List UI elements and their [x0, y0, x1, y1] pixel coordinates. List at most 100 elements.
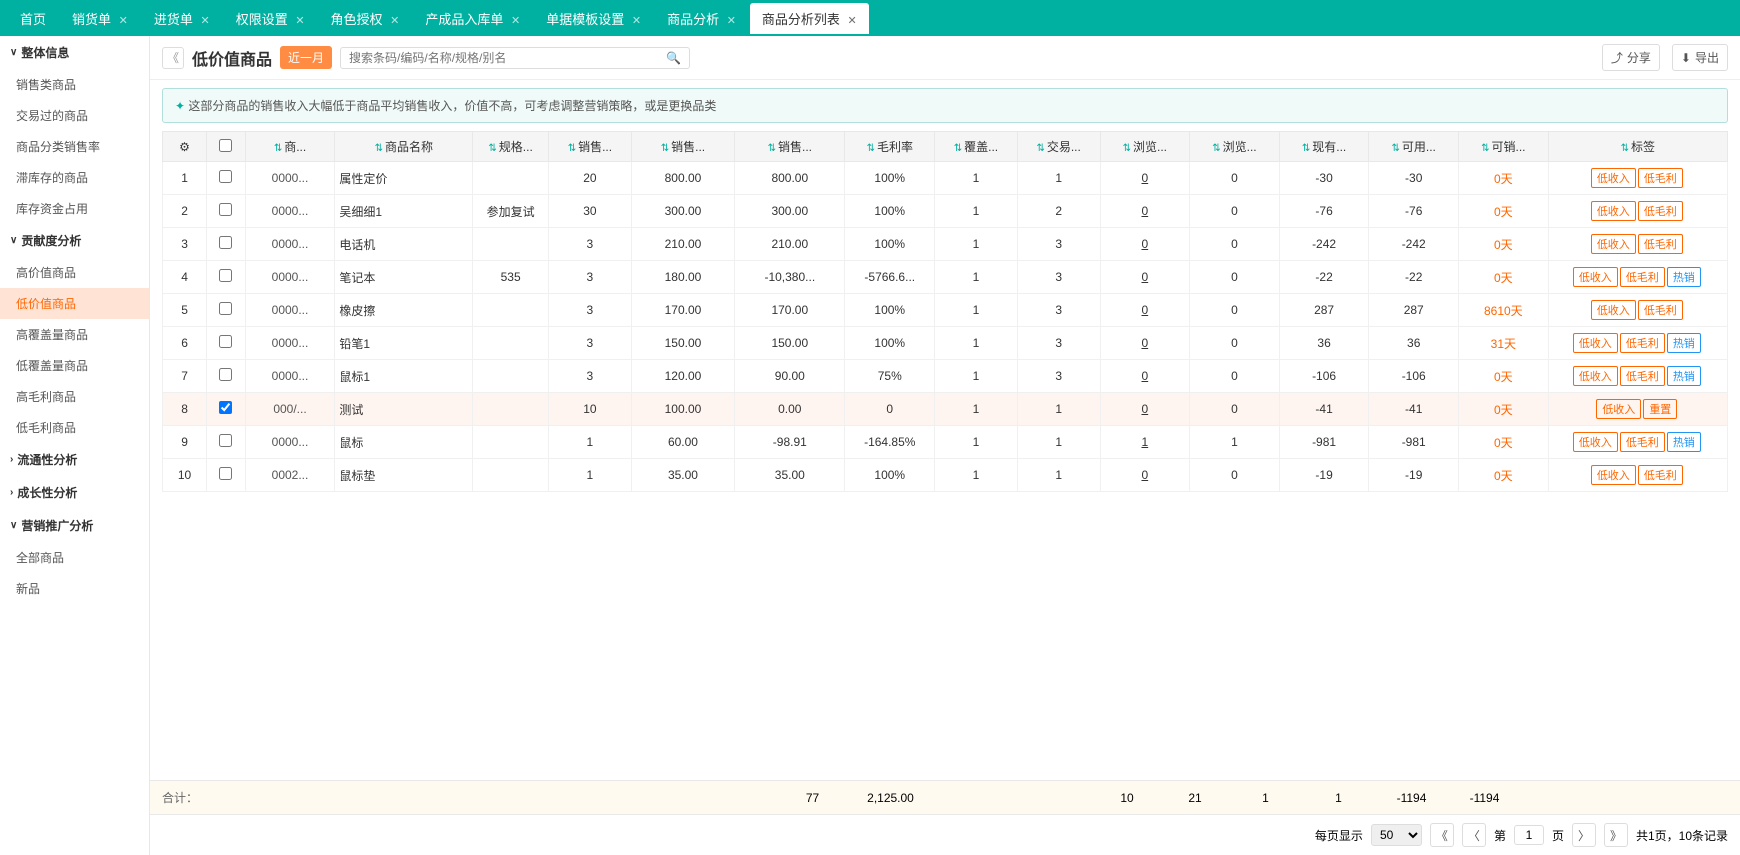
browse1[interactable]: 0: [1100, 459, 1190, 492]
row-checkbox[interactable]: [207, 162, 246, 195]
browse1-column-header[interactable]: ⇅浏览...: [1100, 132, 1190, 162]
sidebar-item-inventory-funds[interactable]: 库存资金占用: [0, 193, 149, 224]
product-name-column-header[interactable]: ⇅商品名称: [335, 132, 473, 162]
close-icon[interactable]: ✕: [390, 15, 399, 27]
row-select-checkbox[interactable]: [219, 401, 232, 414]
browse-link[interactable]: 0: [1141, 270, 1148, 284]
sidebar-group-liquidity[interactable]: ›流通性分析: [0, 443, 149, 476]
sidebar-group-overall[interactable]: ∨整体信息: [0, 36, 149, 69]
nav-home[interactable]: 首页: [8, 3, 58, 34]
browse1[interactable]: 0: [1100, 162, 1190, 195]
next-page-button[interactable]: 〉: [1572, 823, 1596, 847]
sidebar-item-new-products[interactable]: 新品: [0, 573, 149, 604]
row-checkbox[interactable]: [207, 228, 246, 261]
sales-avg-column-header[interactable]: ⇅销售...: [735, 132, 845, 162]
sidebar-item-high-coverage[interactable]: 高覆盖量商品: [0, 319, 149, 350]
last-page-button[interactable]: 》: [1604, 823, 1628, 847]
row-select-checkbox[interactable]: [219, 467, 232, 480]
row-select-checkbox[interactable]: [219, 170, 232, 183]
nav-purchase[interactable]: 进货单 ✕: [142, 3, 222, 34]
row-select-checkbox[interactable]: [219, 236, 232, 249]
tags-column-header[interactable]: ⇅标签: [1548, 132, 1727, 162]
sidebar-item-slow-inventory[interactable]: 滞库存的商品: [0, 162, 149, 193]
gross-rate-column-header[interactable]: ⇅毛利率: [845, 132, 935, 162]
row-checkbox[interactable]: [207, 195, 246, 228]
browse-link[interactable]: 0: [1141, 237, 1148, 251]
current-stock-column-header[interactable]: ⇅现有...: [1279, 132, 1369, 162]
browse-link[interactable]: 0: [1141, 204, 1148, 218]
collapse-sidebar-button[interactable]: 《: [162, 47, 184, 69]
close-icon[interactable]: ✕: [511, 15, 520, 27]
code-column-header[interactable]: ⇅商...: [245, 132, 335, 162]
row-checkbox[interactable]: [207, 327, 246, 360]
sidebar-item-low-margin[interactable]: 低毛利商品: [0, 412, 149, 443]
checkbox-column-header[interactable]: [207, 132, 246, 162]
sales-qty-column-header[interactable]: ⇅销售...: [549, 132, 632, 162]
nav-product-analysis-list[interactable]: 商品分析列表 ✕: [750, 3, 869, 34]
sidebar-item-category-sales[interactable]: 商品分类销售率: [0, 131, 149, 162]
browse1[interactable]: 0: [1100, 393, 1190, 426]
first-page-button[interactable]: 《: [1430, 823, 1454, 847]
browse-link[interactable]: 0: [1141, 468, 1148, 482]
browse1[interactable]: 0: [1100, 195, 1190, 228]
browse-link[interactable]: 0: [1141, 303, 1148, 317]
sidebar-group-growth[interactable]: ›成长性分析: [0, 476, 149, 509]
close-icon[interactable]: ✕: [200, 15, 209, 27]
export-button[interactable]: ⬇ 导出: [1672, 44, 1728, 71]
row-select-checkbox[interactable]: [219, 203, 232, 216]
row-checkbox[interactable]: [207, 459, 246, 492]
search-icon[interactable]: 🔍: [666, 51, 681, 65]
browse1[interactable]: 0: [1100, 360, 1190, 393]
sidebar-item-all-products[interactable]: 全部商品: [0, 542, 149, 573]
row-checkbox[interactable]: [207, 261, 246, 294]
browse1[interactable]: 0: [1100, 294, 1190, 327]
sidebar-group-marketing[interactable]: ∨营销推广分析: [0, 509, 149, 542]
available-stock-column-header[interactable]: ⇅可用...: [1369, 132, 1459, 162]
row-select-checkbox[interactable]: [219, 269, 232, 282]
sidebar-item-low-value[interactable]: 低价值商品: [0, 288, 149, 319]
nav-permission[interactable]: 权限设置 ✕: [224, 3, 317, 34]
browse1[interactable]: 1: [1100, 426, 1190, 459]
browse-link[interactable]: 0: [1141, 369, 1148, 383]
transactions-column-header[interactable]: ⇅交易...: [1017, 132, 1100, 162]
settings-column-header[interactable]: ⚙: [163, 132, 207, 162]
sidebar-item-traded-products[interactable]: 交易过的商品: [0, 100, 149, 131]
per-page-select[interactable]: 50 100 200: [1371, 824, 1422, 846]
sellable-column-header[interactable]: ⇅可销...: [1459, 132, 1549, 162]
select-all-checkbox[interactable]: [219, 139, 232, 152]
browse2-column-header[interactable]: ⇅浏览...: [1190, 132, 1280, 162]
nav-sales-order[interactable]: 销货单 ✕: [60, 3, 140, 34]
coverage-column-header[interactable]: ⇅覆盖...: [935, 132, 1018, 162]
nav-template-settings[interactable]: 单据模板设置 ✕: [534, 3, 653, 34]
close-icon[interactable]: ✕: [632, 15, 641, 27]
sidebar-group-contribution[interactable]: ∨贡献度分析: [0, 224, 149, 257]
sidebar-item-high-margin[interactable]: 高毛利商品: [0, 381, 149, 412]
browse1[interactable]: 0: [1100, 261, 1190, 294]
nav-product-analysis[interactable]: 商品分析 ✕: [655, 3, 748, 34]
sidebar-item-sales-products[interactable]: 销售类商品: [0, 69, 149, 100]
nav-role-auth[interactable]: 角色授权 ✕: [319, 3, 412, 34]
page-number-input[interactable]: [1514, 825, 1544, 845]
row-select-checkbox[interactable]: [219, 434, 232, 447]
filter-recent-month-button[interactable]: 近一月: [280, 46, 332, 69]
row-select-checkbox[interactable]: [219, 302, 232, 315]
share-button[interactable]: ⤴ 分享: [1602, 44, 1660, 71]
sidebar-item-low-coverage[interactable]: 低覆盖量商品: [0, 350, 149, 381]
row-checkbox[interactable]: [207, 393, 246, 426]
close-icon[interactable]: ✕: [848, 15, 857, 27]
browse1[interactable]: 0: [1100, 327, 1190, 360]
browse-link[interactable]: 1: [1141, 435, 1148, 449]
close-icon[interactable]: ✕: [295, 15, 304, 27]
browse-link[interactable]: 0: [1141, 171, 1148, 185]
browse-link[interactable]: 0: [1141, 402, 1148, 416]
sidebar-item-high-value[interactable]: 高价值商品: [0, 257, 149, 288]
browse-link[interactable]: 0: [1141, 336, 1148, 350]
close-icon[interactable]: ✕: [119, 15, 128, 27]
row-checkbox[interactable]: [207, 360, 246, 393]
browse1[interactable]: 0: [1100, 228, 1190, 261]
prev-page-button[interactable]: 〈: [1462, 823, 1486, 847]
close-icon[interactable]: ✕: [727, 15, 736, 27]
spec-column-header[interactable]: ⇅规格...: [473, 132, 549, 162]
row-select-checkbox[interactable]: [219, 335, 232, 348]
nav-product-inbound[interactable]: 产成品入库单 ✕: [413, 3, 532, 34]
